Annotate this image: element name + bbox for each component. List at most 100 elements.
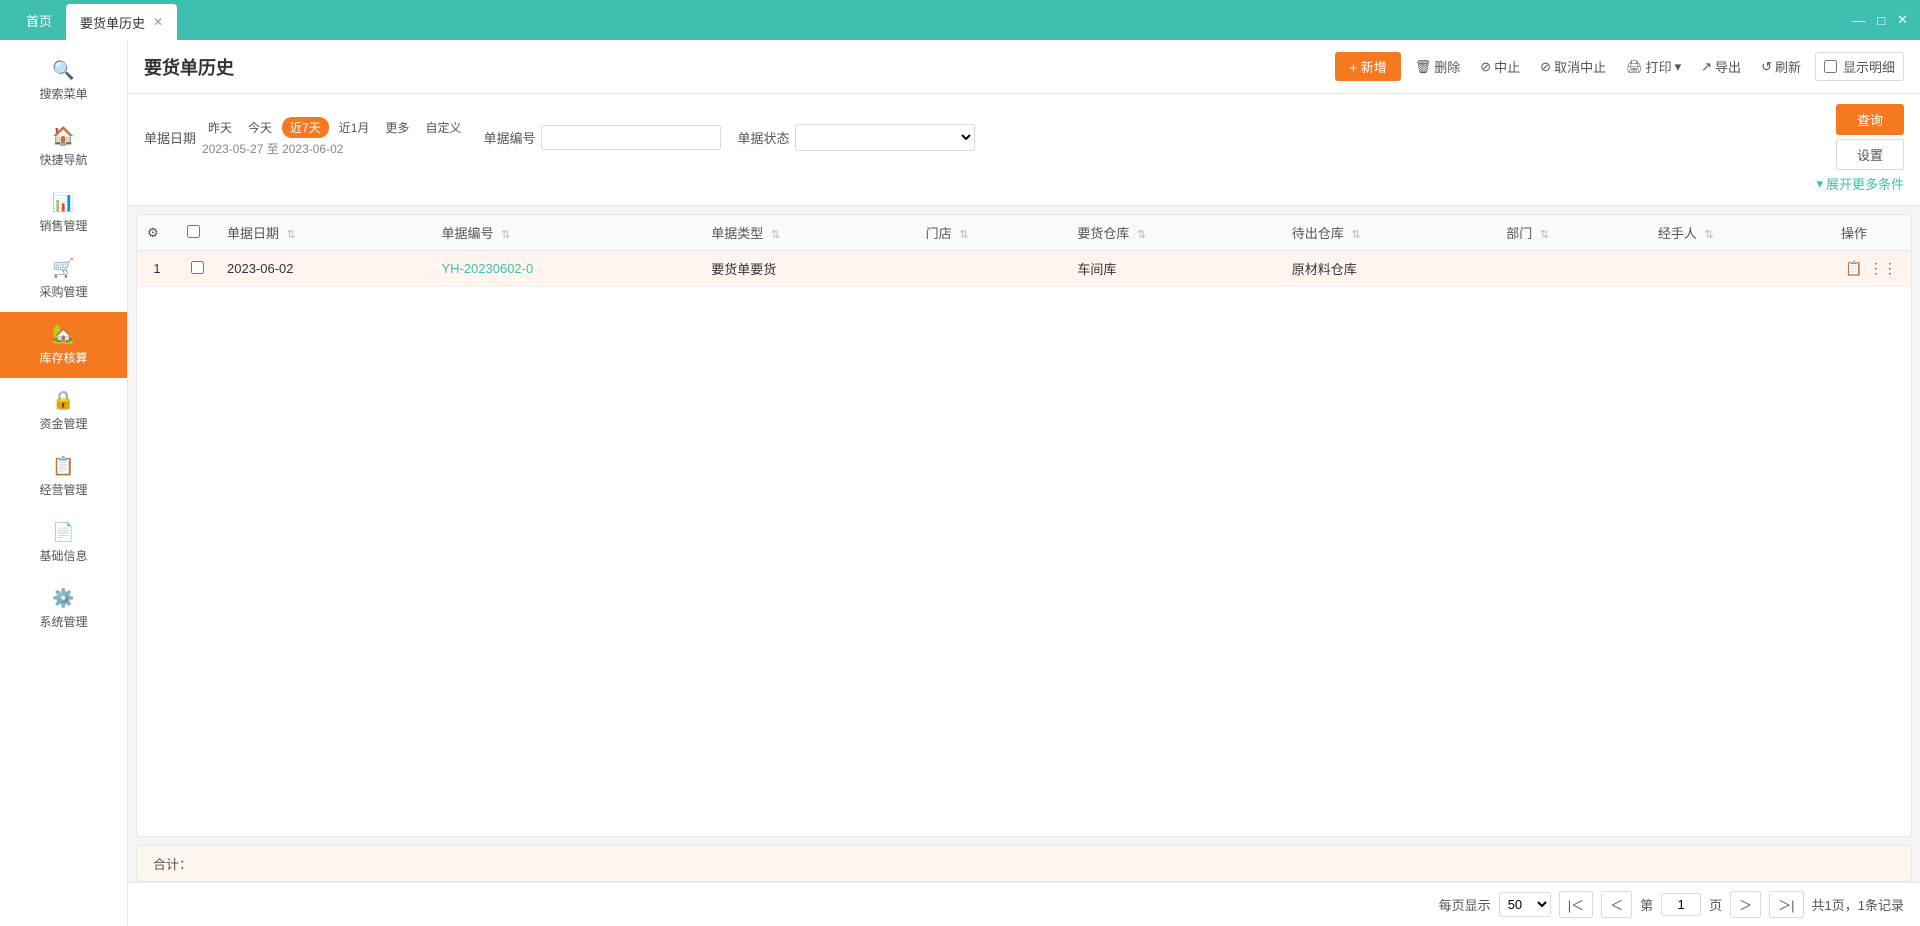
export-icon: ↗ [1701, 59, 1712, 75]
maximize-icon[interactable]: □ [1877, 13, 1885, 28]
date-btn-1month[interactable]: 近1月 [333, 117, 376, 138]
sales-icon: 📊 [52, 192, 74, 213]
sidebar-item-label: 经营管理 [39, 481, 87, 498]
sort-department-icon[interactable]: ⇅ [1540, 229, 1549, 241]
sidebar-item-inventory[interactable]: 🏡 库存核算 [0, 312, 127, 378]
sidebar-item-label: 基础信息 [39, 547, 87, 564]
finance-icon: 🔒 [52, 390, 74, 411]
quick-nav-icon: 🏠 [52, 126, 74, 147]
filter-status-item: 单据状态 [737, 124, 975, 151]
stop-button[interactable]: ⊘ 中止 [1474, 53, 1526, 80]
page-number-input[interactable] [1661, 893, 1701, 916]
sidebar-item-finance-mgmt[interactable]: 🔒 资金管理 [0, 378, 127, 444]
row-handler [1648, 251, 1831, 287]
page-size-select[interactable]: 50 10 20 100 [1499, 892, 1551, 917]
row-num: 1 [137, 251, 177, 287]
first-page-button[interactable]: |＜ [1559, 891, 1593, 918]
doc-number-link[interactable]: YH-20230602-0 [441, 261, 533, 276]
sidebar-item-label: 销售管理 [39, 217, 87, 234]
sidebar-item-purchase-mgmt[interactable]: 🛒 采购管理 [0, 246, 127, 312]
expand-row: ▾ 展开更多条件 [144, 170, 1904, 197]
row-doc-type: 要货单要货 [701, 251, 915, 287]
next-page-button[interactable]: ＞ [1730, 891, 1761, 918]
table-area: ⚙ 单据日期 ⇅ 单据编号 ⇅ [136, 214, 1912, 837]
sidebar-item-search-menu[interactable]: 🔍 搜索菜单 [0, 48, 127, 114]
sort-doc-date-icon[interactable]: ⇅ [287, 229, 296, 241]
sort-doc-number-icon[interactable]: ⇅ [501, 229, 510, 241]
sidebar-item-operations-mgmt[interactable]: 📋 经营管理 [0, 444, 127, 510]
table-settings-icon[interactable]: ⚙ [147, 225, 159, 240]
prev-page-button[interactable]: ＜ [1601, 891, 1632, 918]
date-btn-today[interactable]: 今天 [242, 117, 278, 138]
export-button[interactable]: ↗ 导出 [1695, 53, 1747, 80]
sidebar-item-system-mgmt[interactable]: ⚙️ 系统管理 [0, 576, 127, 642]
sort-doc-type-icon[interactable]: ⇅ [771, 229, 780, 241]
date-btn-custom[interactable]: 自定义 [419, 117, 467, 138]
table-row: 1 2023-06-02 YH-20230602-0 要货单要货 车间库 原材料… [137, 251, 1911, 287]
more-action-icon[interactable]: ⋮⋮ [1869, 260, 1897, 277]
close-tab-icon[interactable]: ✕ [153, 15, 163, 29]
main-layout: 🔍 搜索菜单 🏠 快捷导航 📊 销售管理 🛒 采购管理 🏡 库存核算 🔒 资金管… [0, 40, 1920, 926]
sidebar-item-basic-info[interactable]: 📄 基础信息 [0, 510, 127, 576]
page-suffix: 页 [1709, 895, 1722, 914]
doc-number-input[interactable] [541, 125, 721, 150]
row-checkbox-cell [177, 251, 217, 287]
refresh-icon: ↺ [1761, 59, 1772, 75]
date-btn-more[interactable]: 更多 [379, 117, 415, 138]
date-btn-yesterday[interactable]: 昨天 [202, 117, 238, 138]
sort-store-icon[interactable]: ⇅ [959, 229, 968, 241]
setting-button[interactable]: 设置 [1836, 139, 1904, 170]
toolbar: + 新增 🗑 删除 ⊘ 中止 ⊘ 取消中止 🖨 打 [1335, 52, 1904, 81]
sidebar-item-label: 快捷导航 [39, 151, 87, 168]
sidebar: 🔍 搜索菜单 🏠 快捷导航 📊 销售管理 🛒 采购管理 🏡 库存核算 🔒 资金管… [0, 40, 128, 926]
sidebar-item-sales-mgmt[interactable]: 📊 销售管理 [0, 180, 127, 246]
query-button[interactable]: 查询 [1836, 104, 1904, 135]
tab-home[interactable]: 首页 [12, 0, 66, 40]
delete-icon: 🗑 [1415, 59, 1432, 75]
col-doc-type: 单据类型 ⇅ [701, 215, 915, 251]
summary-row: 合计： [136, 845, 1912, 882]
inventory-icon: 🏡 [52, 324, 74, 345]
tab-requisition-history[interactable]: 要货单历史 ✕ [66, 4, 177, 40]
filter-bar: 单据日期 昨天 今天 近7天 近1月 更多 自定义 2023-05-27 至 2… [128, 94, 1920, 206]
row-department [1496, 251, 1648, 287]
filter-doc-number-item: 单据编号 [483, 125, 721, 150]
refresh-button[interactable]: ↺ 刷新 [1755, 53, 1807, 80]
display-detail-checkbox[interactable] [1824, 60, 1837, 73]
select-all-checkbox[interactable] [187, 225, 200, 238]
purchase-icon: 🛒 [52, 258, 74, 279]
print-button[interactable]: 🖨 打印 ▾ [1620, 53, 1687, 80]
cancel-stop-button[interactable]: ⊘ 取消中止 [1534, 53, 1612, 80]
print-icon: 🖨 [1626, 59, 1643, 75]
search-menu-icon: 🔍 [52, 60, 74, 81]
date-btn-7days[interactable]: 近7天 [282, 117, 329, 138]
row-checkbox[interactable] [191, 261, 204, 274]
col-store: 门店 ⇅ [916, 215, 1068, 251]
delete-button[interactable]: 🗑 删除 [1409, 53, 1467, 80]
display-detail-button[interactable]: 显示明细 [1815, 52, 1904, 81]
filter-main-row: 单据日期 昨天 今天 近7天 近1月 更多 自定义 2023-05-27 至 2… [144, 104, 1904, 170]
minimize-icon[interactable]: — [1852, 13, 1865, 28]
page-title: 要货单历史 [144, 54, 234, 80]
new-button[interactable]: + 新增 [1335, 52, 1400, 81]
date-filter-buttons: 昨天 今天 近7天 近1月 更多 自定义 [202, 117, 467, 138]
window-close-icon[interactable]: ✕ [1897, 12, 1908, 28]
row-actions: 📋 ⋮⋮ [1831, 251, 1911, 287]
date-filter-col: 昨天 今天 近7天 近1月 更多 自定义 2023-05-27 至 2023-0… [202, 117, 467, 157]
sort-pending-warehouse-icon[interactable]: ⇅ [1351, 229, 1360, 241]
sort-req-warehouse-icon[interactable]: ⇅ [1137, 229, 1146, 241]
action-icons-group: 📋 ⋮⋮ [1841, 260, 1901, 277]
last-page-button[interactable]: ＞| [1769, 891, 1803, 918]
col-handler: 经手人 ⇅ [1648, 215, 1831, 251]
page-label: 第 [1640, 895, 1653, 914]
expand-conditions-button[interactable]: ▾ 展开更多条件 [1816, 174, 1904, 193]
status-select[interactable] [795, 124, 975, 151]
edit-action-icon[interactable]: 📋 [1845, 260, 1862, 277]
sort-handler-icon[interactable]: ⇅ [1705, 229, 1714, 241]
data-table: ⚙ 单据日期 ⇅ 单据编号 ⇅ [137, 215, 1911, 287]
table-header: ⚙ 单据日期 ⇅ 单据编号 ⇅ [137, 215, 1911, 251]
sidebar-item-quick-nav[interactable]: 🏠 快捷导航 [0, 114, 127, 180]
sidebar-item-label: 库存核算 [39, 349, 87, 366]
table-body: 1 2023-06-02 YH-20230602-0 要货单要货 车间库 原材料… [137, 251, 1911, 287]
system-icon: ⚙️ [52, 588, 74, 609]
